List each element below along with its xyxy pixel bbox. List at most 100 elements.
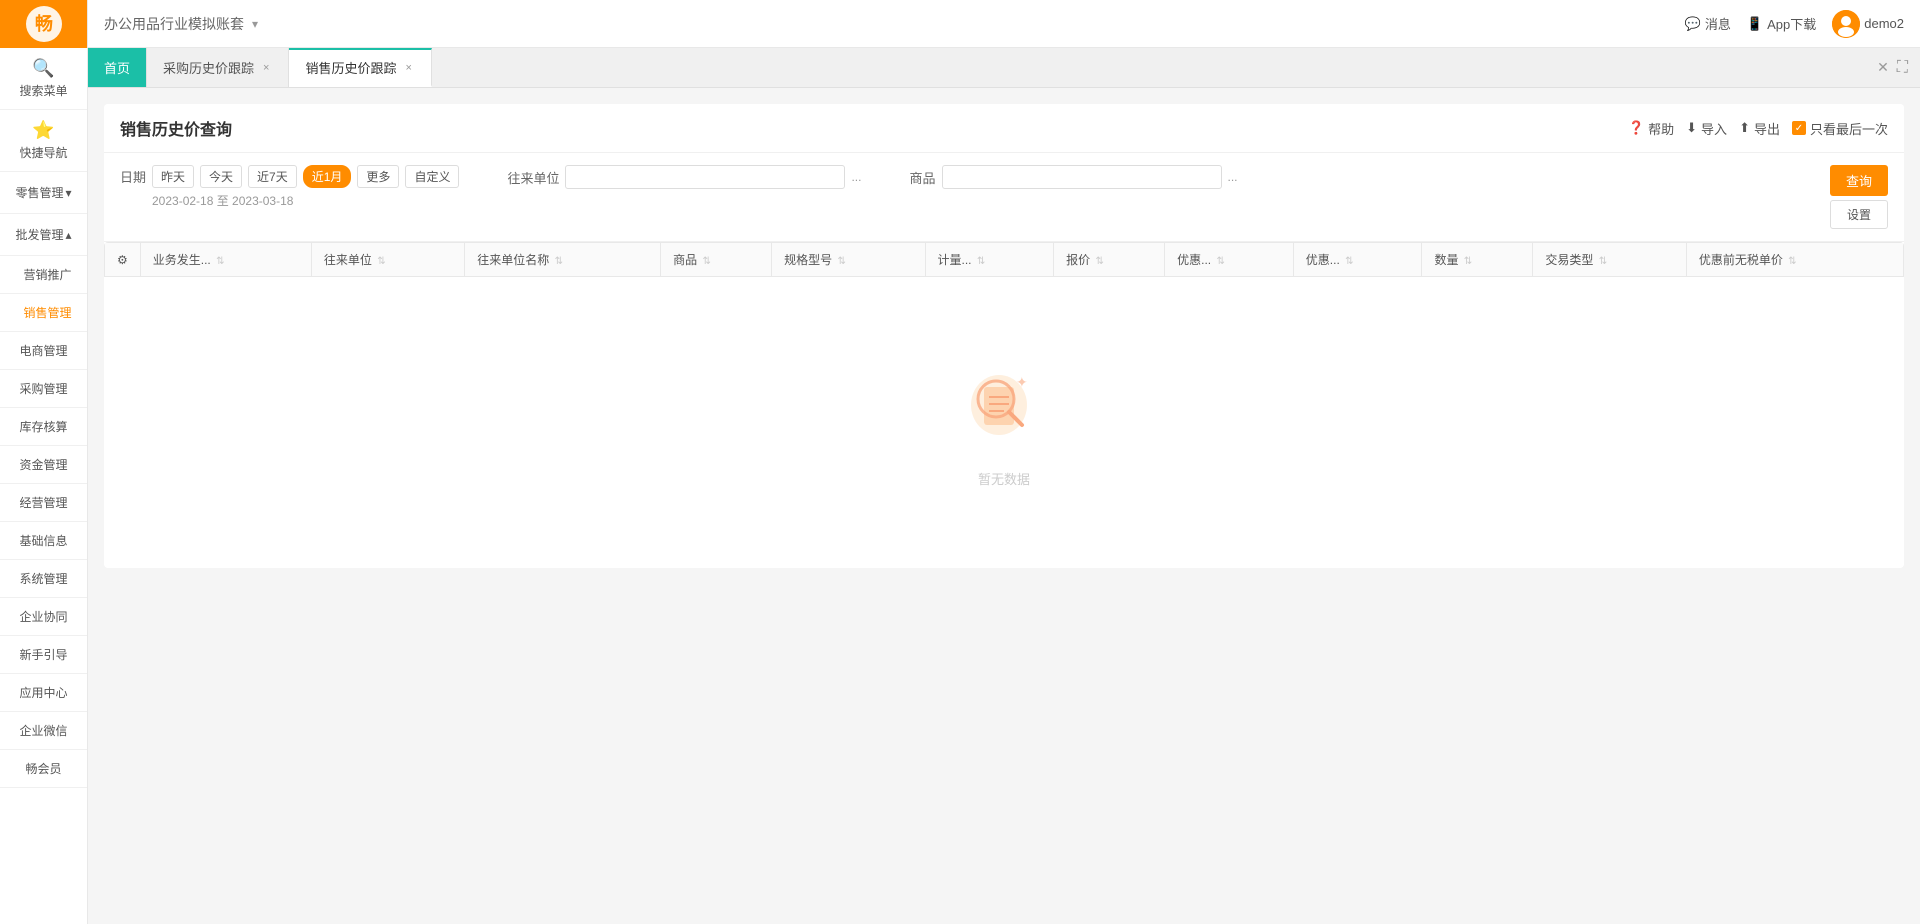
setting-button[interactable]: 设置: [1830, 200, 1888, 229]
gear-icon[interactable]: ⚙: [117, 253, 128, 267]
col-product[interactable]: 商品 ⇅: [661, 243, 772, 277]
sidebar-item-apps[interactable]: 应用中心: [0, 674, 87, 712]
col-discount2[interactable]: 优惠... ⇅: [1293, 243, 1422, 277]
sort-icon-business-date: ⇅: [216, 256, 224, 267]
sidebar-item-retail[interactable]: 零售管理 ▾: [0, 172, 87, 214]
close-tab-icon[interactable]: ✕: [1877, 59, 1889, 76]
sidebar-item-ecommerce[interactable]: 电商管理: [0, 332, 87, 370]
empty-illustration: ✦: [954, 357, 1054, 457]
sidebar-item-wholesale[interactable]: 批发管理 ▴: [0, 214, 87, 256]
only-last-checkbox[interactable]: ✓ 只看最后一次: [1792, 119, 1888, 138]
sidebar-menu: 🔍 搜索菜单 ⭐ 快捷导航 零售管理 ▾ 批发管理 ▴ 营销推广 销售管理 电商…: [0, 48, 87, 924]
sidebar-item-cooperation[interactable]: 企业协同: [0, 598, 87, 636]
date-btn-7days[interactable]: 近7天: [248, 165, 297, 188]
sidebar-item-guide[interactable]: 新手引导: [0, 636, 87, 674]
sort-icon-spec: ⇅: [837, 256, 845, 267]
sidebar: 畅 🔍 搜索菜单 ⭐ 快捷导航 零售管理 ▾ 批发管理 ▴ 营销推广 销售管理 …: [0, 0, 88, 924]
help-icon: ❓: [1628, 120, 1644, 136]
date-btn-custom[interactable]: 自定义: [405, 165, 459, 188]
sidebar-item-system[interactable]: 系统管理: [0, 560, 87, 598]
sidebar-item-quick-nav[interactable]: ⭐ 快捷导航: [0, 110, 87, 172]
empty-text: 暂无数据: [978, 469, 1030, 488]
topbar-dropdown-icon[interactable]: ▾: [252, 17, 258, 31]
topbar-right: 💬 消息 📱 App下载 demo2: [1685, 10, 1904, 38]
tabs-bar: 首页 采购历史价跟踪 × 销售历史价跟踪 × ✕ ⛶: [88, 48, 1920, 88]
sort-icon-discount1: ⇅: [1216, 256, 1224, 267]
message-icon: 💬: [1685, 16, 1701, 32]
page-content: 销售历史价查询 ❓ 帮助 ⬇ 导入 ⬆ 导出 ✓: [104, 104, 1904, 568]
tab-home[interactable]: 首页: [88, 48, 147, 87]
svg-text:畅: 畅: [35, 13, 53, 34]
sales-history-close-icon[interactable]: ×: [402, 61, 414, 75]
col-spec[interactable]: 规格型号 ⇅: [772, 243, 925, 277]
sub-header: 销售历史价查询 ❓ 帮助 ⬇ 导入 ⬆ 导出 ✓: [104, 104, 1904, 153]
query-button[interactable]: 查询: [1830, 165, 1888, 196]
partner-label: 往来单位: [507, 168, 559, 187]
topbar: 办公用品行业模拟账套 ▾ 💬 消息 📱 App下载 demo2: [88, 0, 1920, 48]
sidebar-item-purchase[interactable]: 采购管理: [0, 370, 87, 408]
date-btn-1month[interactable]: 近1月: [303, 165, 352, 188]
topbar-title: 办公用品行业模拟账套: [104, 14, 244, 34]
import-button[interactable]: ⬇ 导入: [1686, 119, 1727, 138]
user-menu[interactable]: demo2: [1832, 10, 1904, 38]
table-wrap: ⚙ 业务发生... ⇅ 往来单位 ⇅ 往来单位名称: [104, 242, 1904, 568]
filter-area: 日期 昨天 今天 近7天 近1月 更多 自定义 2023-02-18 至 202…: [104, 153, 1904, 242]
col-partner-name[interactable]: 往来单位名称 ⇅: [465, 243, 661, 277]
quick-nav-icon: ⭐: [32, 120, 54, 141]
partner-input[interactable]: [565, 165, 845, 189]
date-label: 日期: [120, 167, 146, 186]
date-btn-yesterday[interactable]: 昨天: [152, 165, 194, 188]
export-button[interactable]: ⬆ 导出: [1739, 119, 1780, 138]
col-partner-code[interactable]: 往来单位 ⇅: [311, 243, 464, 277]
table-header: ⚙ 业务发生... ⇅ 往来单位 ⇅ 往来单位名称: [105, 243, 1904, 277]
sort-icon-pre-tax-price: ⇅: [1788, 256, 1796, 267]
sales-history-tab-label: 销售历史价跟踪: [305, 58, 396, 77]
sidebar-item-base[interactable]: 基础信息: [0, 522, 87, 560]
product-dots[interactable]: ...: [1228, 170, 1238, 184]
svg-text:✦: ✦: [1016, 374, 1028, 390]
table-settings-col: ⚙: [105, 243, 141, 277]
purchase-history-tab-label: 采购历史价跟踪: [163, 58, 254, 77]
partner-dots[interactable]: ...: [851, 170, 861, 184]
empty-state: ✦ 暂无数据: [104, 277, 1904, 568]
sort-icon-quote: ⇅: [1096, 256, 1104, 267]
logo-area[interactable]: 畅: [0, 0, 87, 48]
col-discount1[interactable]: 优惠... ⇅: [1165, 243, 1294, 277]
sidebar-item-marketing[interactable]: 营销推广: [0, 256, 87, 294]
search-icon: 🔍: [32, 58, 54, 79]
date-btn-today[interactable]: 今天: [200, 165, 242, 188]
col-pre-tax-price[interactable]: 优惠前无税单价 ⇅: [1686, 243, 1903, 277]
sidebar-item-member[interactable]: 畅会员: [0, 750, 87, 788]
message-button[interactable]: 💬 消息: [1685, 14, 1731, 33]
col-business-date[interactable]: 业务发生... ⇅: [140, 243, 311, 277]
sidebar-item-operations[interactable]: 经营管理: [0, 484, 87, 522]
app-download-button[interactable]: 📱 App下载: [1747, 14, 1816, 33]
sidebar-item-inventory[interactable]: 库存核算: [0, 408, 87, 446]
col-trade-type[interactable]: 交易类型 ⇅: [1533, 243, 1686, 277]
col-unit[interactable]: 计量... ⇅: [925, 243, 1054, 277]
sort-icon-unit: ⇅: [977, 256, 985, 267]
col-quote[interactable]: 报价 ⇅: [1054, 243, 1165, 277]
avatar: [1832, 10, 1860, 38]
product-label: 商品: [909, 168, 935, 187]
help-button[interactable]: ❓ 帮助: [1628, 119, 1674, 138]
sort-icon-partner-name: ⇅: [555, 256, 563, 267]
purchase-history-close-icon[interactable]: ×: [260, 61, 272, 75]
tab-sales-history[interactable]: 销售历史价跟踪 ×: [289, 48, 431, 87]
product-input[interactable]: [942, 165, 1222, 189]
sidebar-item-finance[interactable]: 资金管理: [0, 446, 87, 484]
page-actions: ❓ 帮助 ⬇ 导入 ⬆ 导出 ✓ 只看最后一次: [1628, 119, 1888, 138]
date-btn-more[interactable]: 更多: [357, 165, 399, 188]
tab-purchase-history[interactable]: 采购历史价跟踪 ×: [147, 48, 289, 87]
home-tab-label: 首页: [104, 58, 130, 77]
fullscreen-icon[interactable]: ⛶: [1897, 59, 1908, 77]
chevron-down-icon: ▾: [65, 186, 71, 200]
data-table: ⚙ 业务发生... ⇅ 往来单位 ⇅ 往来单位名称: [104, 242, 1904, 277]
import-icon: ⬇: [1686, 120, 1697, 136]
col-quantity[interactable]: 数量 ⇅: [1422, 243, 1533, 277]
date-range: 2023-02-18 至 2023-03-18: [152, 194, 293, 208]
sidebar-item-search[interactable]: 🔍 搜索菜单: [0, 48, 87, 110]
sidebar-item-wechat[interactable]: 企业微信: [0, 712, 87, 750]
sidebar-item-sales[interactable]: 销售管理: [0, 294, 87, 332]
export-icon: ⬆: [1739, 120, 1750, 136]
